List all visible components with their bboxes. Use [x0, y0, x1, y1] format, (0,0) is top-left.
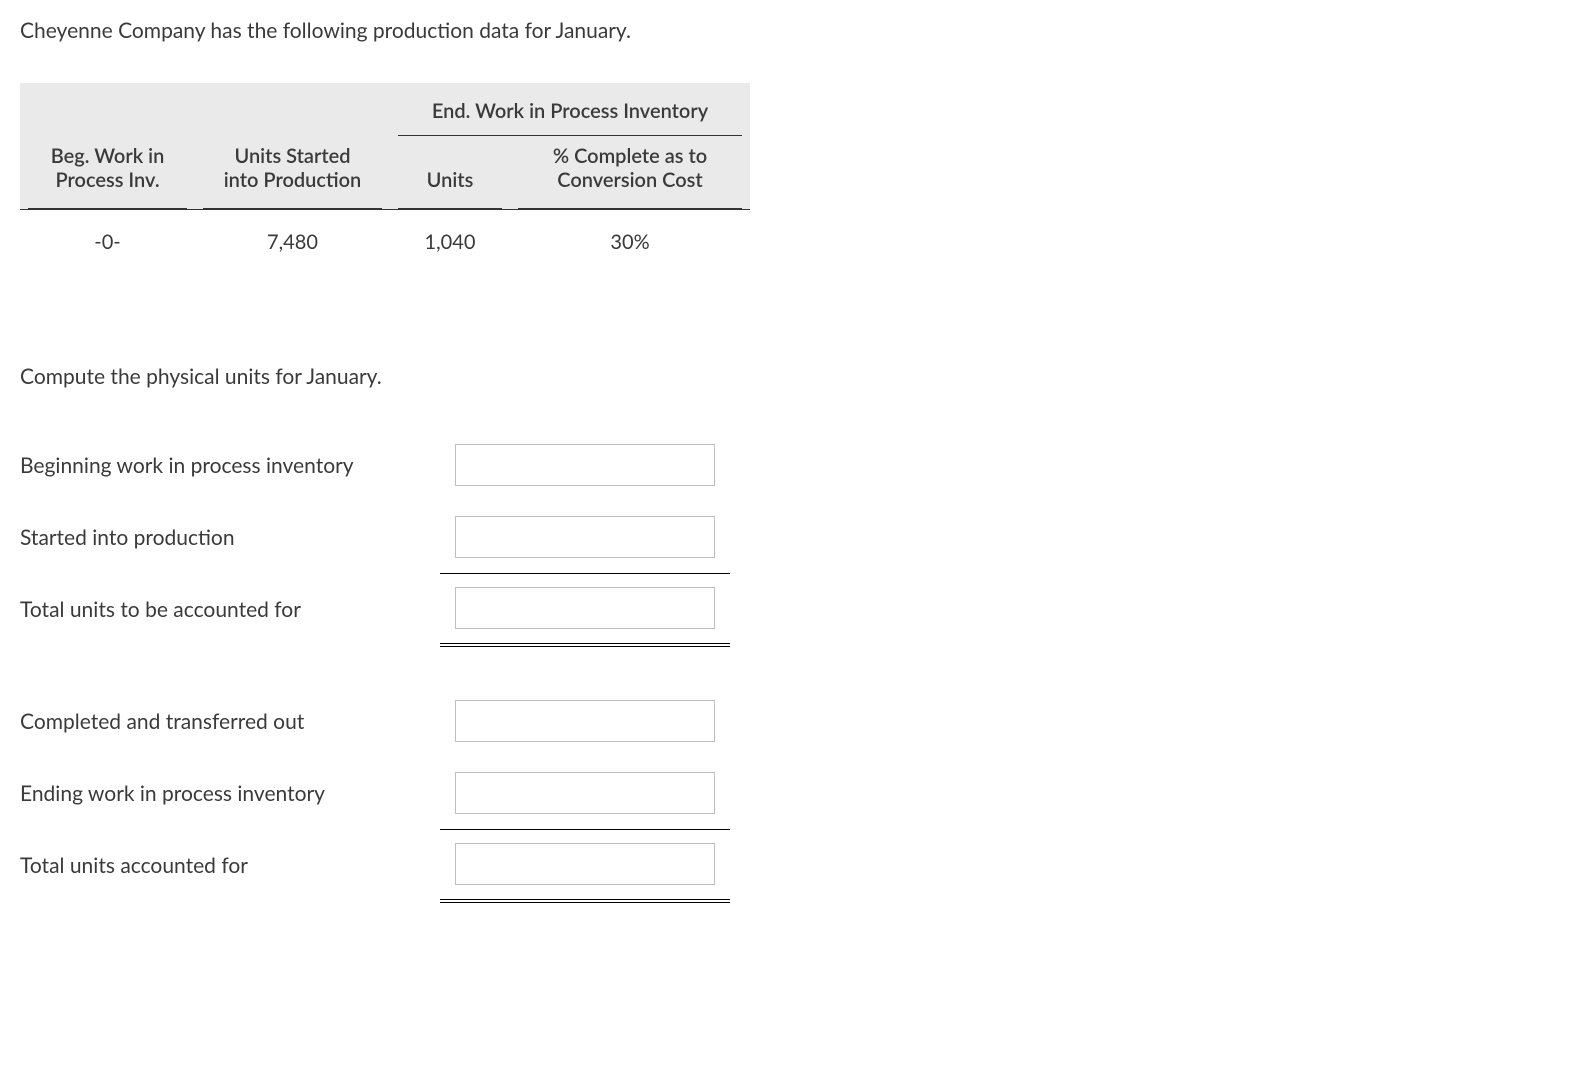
instruction-text: Compute the physical units for January. [20, 364, 1576, 389]
physical-units-form: Beginning work in process inventory Star… [20, 429, 730, 903]
input-started[interactable] [455, 516, 715, 558]
cell-pct-complete: 30% [510, 210, 750, 285]
form-row-beginning-wip: Beginning work in process inventory [20, 429, 730, 501]
label-completed: Completed and transferred out [20, 685, 440, 757]
form-row-completed: Completed and transferred out [20, 685, 730, 757]
input-beginning-wip[interactable] [455, 444, 715, 486]
header-units: Units [390, 136, 510, 208]
cell-end-units: 1,040 [390, 210, 510, 285]
header-beg-wip: Beg. Work in Process Inv. [20, 136, 195, 208]
label-total-to-account: Total units to be accounted for [20, 573, 440, 645]
header-units-started: Units Started into Production [195, 136, 390, 208]
label-total-accounted: Total units accounted for [20, 829, 440, 901]
table-row: -0- 7,480 1,040 30% [20, 210, 750, 285]
production-data-table: End. Work in Process Inventory Beg. Work… [20, 83, 750, 284]
cell-beg-wip: -0- [20, 210, 195, 285]
input-total-to-account[interactable] [455, 587, 715, 629]
input-completed[interactable] [455, 700, 715, 742]
input-total-accounted[interactable] [455, 843, 715, 885]
cell-units-started: 7,480 [195, 210, 390, 285]
form-row-total-to-account: Total units to be accounted for [20, 573, 730, 645]
header-pct-complete: % Complete as to Conversion Cost [510, 136, 750, 208]
form-row-started: Started into production [20, 501, 730, 573]
form-row-total-accounted: Total units accounted for [20, 829, 730, 901]
form-row-ending-wip: Ending work in process inventory [20, 757, 730, 829]
label-beginning-wip: Beginning work in process inventory [20, 429, 440, 501]
intro-text: Cheyenne Company has the following produ… [20, 18, 1576, 43]
group-header-end-wip: End. Work in Process Inventory [390, 83, 750, 135]
label-started: Started into production [20, 501, 440, 573]
input-ending-wip[interactable] [455, 772, 715, 814]
label-ending-wip: Ending work in process inventory [20, 757, 440, 829]
